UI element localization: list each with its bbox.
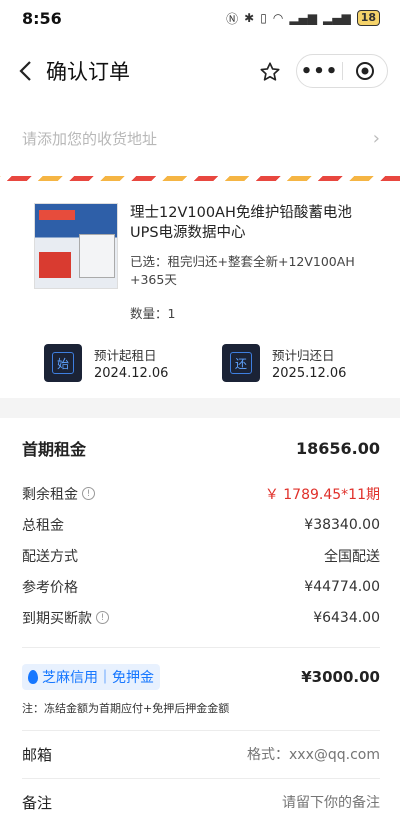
summary-row-reference-price: 参考价格 ¥44774.00 bbox=[22, 571, 380, 602]
summary-row-delivery: 配送方式 全国配送 bbox=[22, 540, 380, 571]
wifi-icon: ◠ bbox=[272, 11, 284, 25]
start-date-value: 2024.12.06 bbox=[94, 366, 169, 381]
star-icon bbox=[260, 62, 280, 81]
deposit-row: 芝麻信用｜免押金 ¥3000.00 bbox=[22, 654, 380, 700]
product-image[interactable] bbox=[34, 203, 118, 289]
signal-icon: ▂▄▆ bbox=[289, 11, 317, 25]
calendar-start-icon: 始 bbox=[44, 344, 82, 382]
signal-icon-2: ▂▄▆ bbox=[323, 11, 351, 25]
email-label: 邮箱 bbox=[22, 746, 53, 764]
start-date-label: 预计起租日 bbox=[94, 348, 157, 363]
chevron-left-icon bbox=[19, 61, 31, 81]
sesame-badge-label: 芝麻信用｜免押金 bbox=[42, 670, 154, 686]
rental-dates: 始 预计起租日 2024.12.06 还 预计归还日 2025.12.06 bbox=[0, 322, 400, 382]
first-rent-row: 首期租金 18656.00 bbox=[22, 418, 380, 478]
start-date: 始 预计起租日 2024.12.06 bbox=[44, 344, 222, 382]
product-image-badge bbox=[39, 210, 75, 220]
mini-program-capsule: ••• bbox=[296, 54, 388, 88]
row-value: 全国配送 bbox=[324, 548, 380, 565]
product-image-label bbox=[39, 252, 71, 278]
address-selector[interactable]: 请添加您的收货地址 › bbox=[0, 108, 400, 168]
row-label: 剩余租金 bbox=[22, 486, 78, 503]
deposit-value: ¥3000.00 bbox=[301, 668, 380, 686]
more-button[interactable]: ••• bbox=[297, 61, 342, 82]
info-icon[interactable]: ! bbox=[82, 487, 95, 500]
deposit-note: 注：冻结金额为首期应付+免押后押金金额 bbox=[22, 702, 230, 715]
remark-label: 备注 bbox=[22, 794, 53, 812]
chevron-right-icon: › bbox=[372, 127, 380, 149]
end-icon-glyph: 还 bbox=[230, 352, 252, 374]
first-rent-label: 首期租金 bbox=[22, 440, 87, 459]
product-image-battery bbox=[79, 234, 115, 278]
row-value: ￥ 1789.45*11期 bbox=[264, 486, 380, 503]
close-program-button[interactable] bbox=[343, 61, 387, 81]
start-icon-glyph: 始 bbox=[52, 352, 74, 374]
nfc-icon: Ⓝ bbox=[226, 11, 239, 26]
email-field-row: 邮箱 bbox=[22, 730, 380, 778]
email-input[interactable] bbox=[180, 746, 380, 763]
page-title: 确认订单 bbox=[46, 60, 130, 84]
favorite-button[interactable] bbox=[256, 58, 284, 86]
product-card: 理士12V100AH免维护铅酸蓄电池UPS电源数据中心 已选：租完归还+整套全新… bbox=[0, 181, 400, 322]
row-label: 总租金 bbox=[22, 517, 64, 534]
end-date: 还 预计归还日 2025.12.06 bbox=[222, 344, 400, 382]
product-title: 理士12V100AH免维护铅酸蓄电池UPS电源数据中心 bbox=[130, 205, 352, 241]
divider bbox=[22, 647, 380, 648]
row-label: 参考价格 bbox=[22, 579, 78, 596]
address-placeholder: 请添加您的收货地址 bbox=[22, 129, 158, 148]
summary-row-remaining: 剩余租金! ￥ 1789.45*11期 bbox=[22, 478, 380, 509]
summary-row-total: 总租金 ¥38340.00 bbox=[22, 509, 380, 540]
product-quantity: 数量：1 bbox=[130, 306, 176, 321]
vibrate-icon: ▯ bbox=[260, 11, 267, 25]
row-label: 到期买断款 bbox=[22, 610, 92, 627]
battery-icon: 18 bbox=[356, 10, 380, 26]
remark-field-row: 备注 bbox=[22, 778, 380, 826]
info-icon[interactable]: ! bbox=[96, 611, 109, 624]
remark-input[interactable] bbox=[180, 794, 380, 811]
first-rent-value: 18656.00 bbox=[295, 438, 380, 458]
summary-row-buyout: 到期买断款! ¥6434.00 bbox=[22, 602, 380, 633]
row-label: 配送方式 bbox=[22, 548, 78, 565]
payment-summary: 首期租金 18656.00 剩余租金! ￥ 1789.45*11期 总租金 ¥3… bbox=[0, 418, 400, 826]
calendar-end-icon: 还 bbox=[222, 344, 260, 382]
row-value: ¥6434.00 bbox=[313, 609, 380, 626]
status-bar: 8:56 Ⓝ ✱ ▯ ◠ ▂▄▆ ▂▄▆ 18 bbox=[0, 0, 400, 36]
row-value: ¥38340.00 bbox=[304, 516, 380, 533]
status-icons: Ⓝ ✱ ▯ ◠ ▂▄▆ ▂▄▆ 18 bbox=[226, 10, 380, 27]
end-date-label: 预计归还日 bbox=[272, 348, 335, 363]
row-value: ¥44774.00 bbox=[304, 578, 380, 595]
sesame-credit-badge[interactable]: 芝麻信用｜免押金 bbox=[22, 664, 160, 690]
status-time: 8:56 bbox=[22, 8, 62, 28]
product-spec: 已选：租完归还+整套全新+12V100AH +365天 bbox=[130, 254, 355, 287]
back-button[interactable] bbox=[12, 58, 38, 84]
product-info: 理士12V100AH免维护铅酸蓄电池UPS电源数据中心 已选：租完归还+整套全新… bbox=[130, 203, 380, 322]
target-icon bbox=[355, 62, 374, 80]
sesame-icon bbox=[28, 670, 38, 684]
section-gap bbox=[0, 398, 400, 418]
end-date-value: 2025.12.06 bbox=[272, 366, 347, 381]
bluetooth-icon: ✱ bbox=[244, 11, 255, 25]
